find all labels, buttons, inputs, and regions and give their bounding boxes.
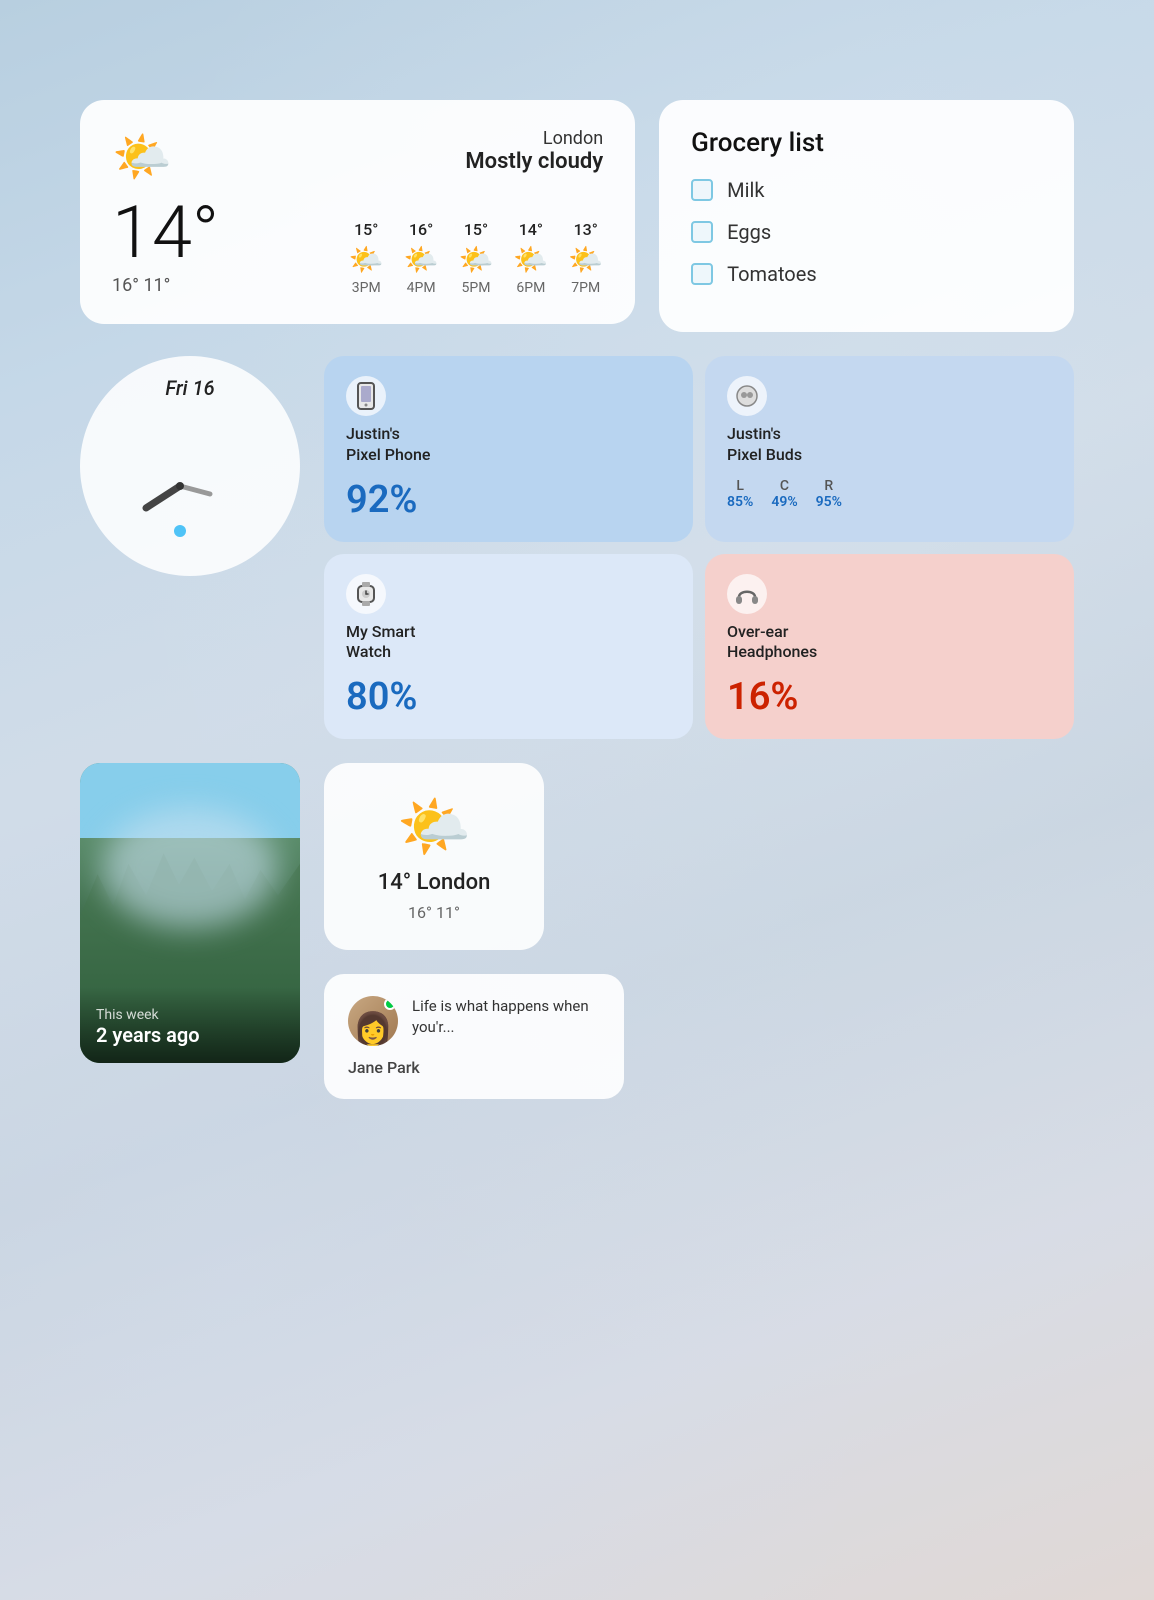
grocery-item-milk[interactable]: Milk [691, 178, 1042, 202]
weather-forecast: 15° 🌤️ 3PM 16° 🌤️ 4PM 15° 🌤️ 5PM [349, 220, 603, 296]
memory-years-ago-label: 2 years ago [96, 1023, 284, 1047]
weather-hi-lo: 16° 11° [112, 275, 219, 296]
clock-widget: Fri 16 [80, 356, 300, 576]
online-indicator [384, 998, 396, 1010]
battery-card-watch[interactable]: My SmartWatch 80% [324, 554, 693, 740]
grocery-label-milk: Milk [727, 178, 764, 202]
weather-widget-large[interactable]: 🌤️ London Mostly cloudy 14° 16° 11° 15° … [80, 100, 635, 324]
weather-small-icon: 🌤️ [397, 791, 472, 862]
grocery-list-title: Grocery list [691, 128, 1042, 158]
memory-overlay: This week 2 years ago [80, 987, 300, 1063]
grocery-checkbox-eggs[interactable] [691, 221, 713, 243]
grocery-item-tomatoes[interactable]: Tomatoes [691, 262, 1042, 286]
buds-battery-row: L 85% C 49% R 95% [727, 478, 1052, 510]
contact-info: Life is what happens when you'r... [412, 996, 600, 1038]
forecast-item-1: 15° 🌤️ 3PM [349, 220, 384, 296]
contact-avatar: 👩 [348, 996, 398, 1046]
watch-battery-percent: 80% [346, 675, 671, 719]
weather-widget-small[interactable]: 🌤️ 14° London 16° 11° [324, 763, 544, 950]
weather-current-temp: 14° [112, 197, 219, 269]
grocery-checkbox-tomatoes[interactable] [691, 263, 713, 285]
battery-card-headphones[interactable]: Over-earHeadphones 16% [705, 554, 1074, 740]
contact-widget[interactable]: 👩 Life is what happens when you'r... Jan… [324, 974, 624, 1099]
watch-name: My SmartWatch [346, 622, 671, 664]
battery-card-buds[interactable]: Justin'sPixel Buds L 85% C 49% R 95% [705, 356, 1074, 542]
phone-battery-percent: 92% [346, 478, 671, 522]
grocery-label-tomatoes: Tomatoes [727, 262, 816, 286]
grocery-label-eggs: Eggs [727, 220, 771, 244]
contact-row: 👩 Life is what happens when you'r... [348, 996, 600, 1046]
clock-face: Fri 16 [100, 376, 280, 556]
forecast-item-3: 15° 🌤️ 5PM [459, 220, 494, 296]
weather-condition: Mostly cloudy [465, 149, 603, 174]
forecast-item-4: 14° 🌤️ 6PM [513, 220, 548, 296]
contact-status-text: Life is what happens when you'r... [412, 996, 600, 1038]
bud-case: C 49% [771, 478, 797, 510]
memory-this-week-label: This week [96, 1007, 284, 1023]
buds-icon [727, 376, 767, 416]
watch-icon [346, 574, 386, 614]
memory-widget[interactable]: This week 2 years ago [80, 763, 300, 1063]
phone-name: Justin'sPixel Phone [346, 424, 671, 466]
weather-location: London Mostly cloudy [465, 128, 603, 174]
buds-name: Justin'sPixel Buds [727, 424, 1052, 466]
grocery-list-widget[interactable]: Grocery list Milk Eggs Tomatoes [659, 100, 1074, 332]
battery-card-phone[interactable]: Justin'sPixel Phone 92% [324, 356, 693, 542]
weather-small-hilo: 16° 11° [408, 903, 460, 922]
forecast-item-5: 13° 🌤️ 7PM [568, 220, 603, 296]
forecast-item-2: 16° 🌤️ 4PM [404, 220, 439, 296]
bud-left: L 85% [727, 478, 753, 510]
contact-name: Jane Park [348, 1058, 600, 1077]
battery-grid: Justin'sPixel Phone 92% Justin'sPixel Bu… [324, 356, 1074, 739]
clock-day-label: Fri 16 [100, 376, 280, 400]
weather-city: London [465, 128, 603, 149]
bud-right: R 95% [816, 478, 842, 510]
grocery-item-eggs[interactable]: Eggs [691, 220, 1042, 244]
headphones-icon [727, 574, 767, 614]
weather-small-temp: 14° London [378, 870, 491, 895]
weather-main-icon: 🌤️ [112, 128, 172, 185]
headphones-battery-percent: 16% [727, 675, 1052, 719]
grocery-checkbox-milk[interactable] [691, 179, 713, 201]
phone-icon [346, 376, 386, 416]
clock-svg [100, 406, 260, 566]
headphones-name: Over-earHeadphones [727, 622, 1052, 664]
